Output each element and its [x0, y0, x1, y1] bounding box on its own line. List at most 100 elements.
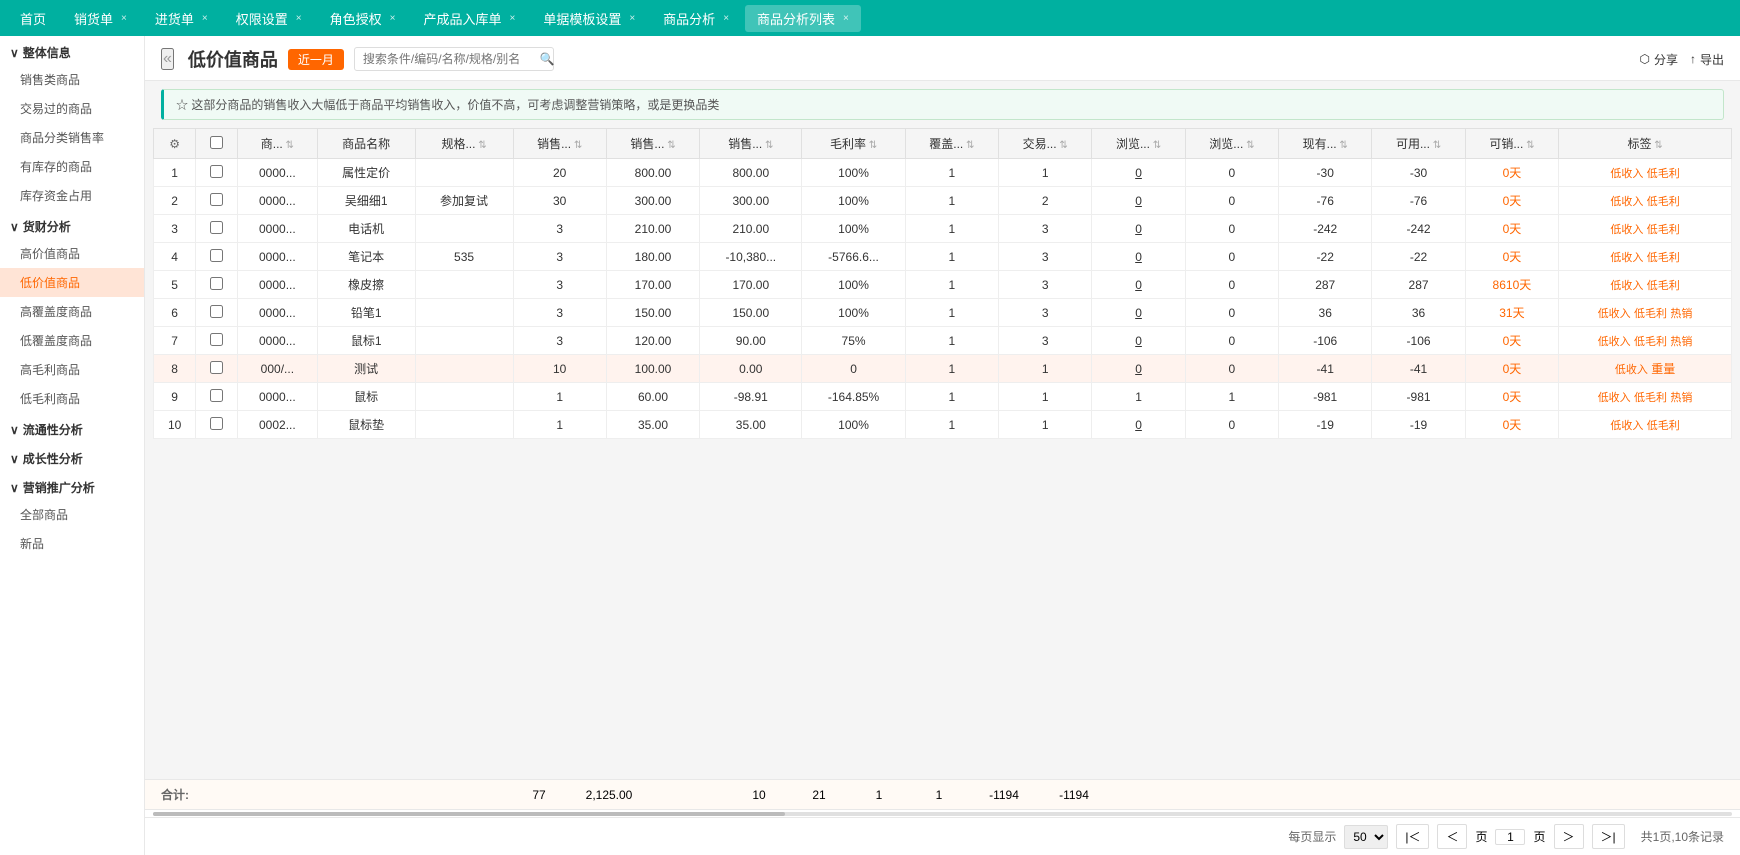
nav-close-商品分析列表[interactable]: × [843, 13, 849, 24]
row-tags[interactable]: 低收入 低毛利 [1559, 215, 1732, 243]
row-checkbox[interactable] [210, 165, 223, 178]
sidebar-item-高毛利商品[interactable]: 高毛利商品 [0, 355, 144, 384]
col-header-name[interactable]: 商品名称 [317, 129, 415, 159]
view-link[interactable]: 0 [1135, 362, 1142, 376]
next-page-button[interactable]: ＞ [1554, 824, 1584, 849]
row-checkbox[interactable] [196, 159, 238, 187]
search-icon[interactable]: 🔍 [540, 52, 555, 66]
view-link[interactable]: 0 [1135, 278, 1142, 292]
sidebar-section-流通性分析[interactable]: ∨ 流通性分析 [0, 413, 144, 442]
view-link[interactable]: 0 [1135, 418, 1142, 432]
row-view1[interactable]: 0 [1092, 411, 1185, 439]
sidebar-item-有库存的商品[interactable]: 有库存的商品 [0, 152, 144, 181]
row-tags[interactable]: 低收入 低毛利 [1559, 187, 1732, 215]
row-tags[interactable]: 低收入 低毛利 热销 [1559, 299, 1732, 327]
sidebar-item-低覆盖度商品[interactable]: 低覆盖度商品 [0, 326, 144, 355]
row-checkbox[interactable] [196, 355, 238, 383]
col-header-sales1[interactable]: 销售... [513, 129, 606, 159]
nav-item-权限设置[interactable]: 权限设置× [224, 5, 314, 32]
last-page-button[interactable]: ＞| [1592, 824, 1625, 849]
select-all-checkbox[interactable] [210, 136, 223, 149]
row-tags[interactable]: 低收入 重量 [1559, 355, 1732, 383]
row-checkbox[interactable] [210, 361, 223, 374]
nav-item-销货单[interactable]: 销货单× [62, 5, 139, 32]
col-header-available[interactable]: 可用... [1372, 129, 1465, 159]
row-checkbox[interactable] [210, 249, 223, 262]
nav-item-单据模板设置[interactable]: 单据模板设置× [531, 5, 647, 32]
view-link[interactable]: 0 [1135, 222, 1142, 236]
nav-item-首页[interactable]: 首页 [8, 5, 58, 32]
page-input[interactable] [1495, 829, 1525, 845]
nav-item-产成品入库单[interactable]: 产成品入库单× [411, 5, 527, 32]
row-view1[interactable]: 0 [1092, 243, 1185, 271]
sidebar-item-低毛利商品[interactable]: 低毛利商品 [0, 384, 144, 413]
sidebar-item-交易过的商品[interactable]: 交易过的商品 [0, 94, 144, 123]
nav-item-商品分析[interactable]: 商品分析× [651, 5, 741, 32]
prev-page-button[interactable]: ＜ [1437, 824, 1467, 849]
col-header-gross[interactable]: 毛利率 [802, 129, 905, 159]
row-view1[interactable]: 0 [1092, 327, 1185, 355]
row-view1[interactable]: 0 [1092, 271, 1185, 299]
horizontal-scrollbar[interactable] [145, 809, 1740, 817]
filter-button[interactable]: 近一月 [288, 49, 344, 70]
nav-item-商品分析列表[interactable]: 商品分析列表× [745, 5, 861, 32]
sidebar-item-库存资金占用[interactable]: 库存资金占用 [0, 181, 144, 210]
nav-close-角色授权[interactable]: × [390, 13, 396, 24]
row-tags[interactable]: 低收入 低毛利 [1559, 271, 1732, 299]
col-header-saleable[interactable]: 可销... [1465, 129, 1558, 159]
nav-close-商品分析[interactable]: × [723, 13, 729, 24]
sidebar-item-低价值商品[interactable]: 低价值商品 [0, 268, 144, 297]
view-link[interactable]: 0 [1135, 306, 1142, 320]
view-link[interactable]: 0 [1135, 334, 1142, 348]
sidebar-item-商品分类销售率[interactable]: 商品分类销售率 [0, 123, 144, 152]
row-checkbox[interactable] [210, 333, 223, 346]
view-link[interactable]: 0 [1135, 194, 1142, 208]
row-checkbox[interactable] [196, 411, 238, 439]
row-view1[interactable]: 0 [1092, 187, 1185, 215]
row-checkbox[interactable] [210, 305, 223, 318]
col-header-view1[interactable]: 浏览... [1092, 129, 1185, 159]
col-header-tags[interactable]: 标签 [1559, 129, 1732, 159]
share-button[interactable]: ⬡ 分享 [1639, 51, 1678, 68]
nav-close-销货单[interactable]: × [121, 13, 127, 24]
row-checkbox[interactable] [196, 327, 238, 355]
row-view1[interactable]: 0 [1092, 299, 1185, 327]
sidebar-section-营销推广分析[interactable]: ∨ 营销推广分析 [0, 471, 144, 500]
row-checkbox[interactable] [196, 243, 238, 271]
col-header-sales3[interactable]: 销售... [700, 129, 802, 159]
row-view1[interactable]: 0 [1092, 355, 1185, 383]
row-checkbox[interactable] [210, 277, 223, 290]
sidebar-section-货财分析[interactable]: ∨ 货财分析 [0, 210, 144, 239]
sidebar-item-高价值商品[interactable]: 高价值商品 [0, 239, 144, 268]
col-header-cover[interactable]: 覆盖... [905, 129, 998, 159]
sidebar-item-全部商品[interactable]: 全部商品 [0, 500, 144, 529]
row-tags[interactable]: 低收入 低毛利 [1559, 411, 1732, 439]
col-header-sales2[interactable]: 销售... [606, 129, 699, 159]
sidebar-section-成长性分析[interactable]: ∨ 成长性分析 [0, 442, 144, 471]
row-checkbox[interactable] [196, 299, 238, 327]
row-checkbox[interactable] [210, 193, 223, 206]
export-button[interactable]: ↑ 导出 [1690, 51, 1724, 68]
row-checkbox[interactable] [210, 389, 223, 402]
nav-item-进货单[interactable]: 进货单× [143, 5, 220, 32]
row-checkbox[interactable] [196, 187, 238, 215]
nav-close-单据模板设置[interactable]: × [629, 13, 635, 24]
row-checkbox[interactable] [196, 271, 238, 299]
nav-close-进货单[interactable]: × [202, 13, 208, 24]
sidebar-item-销售类商品[interactable]: 销售类商品 [0, 65, 144, 94]
per-page-select[interactable]: 50 [1344, 825, 1388, 849]
row-tags[interactable]: 低收入 低毛利 热销 [1559, 383, 1732, 411]
sidebar-item-高覆盖度商品[interactable]: 高覆盖度商品 [0, 297, 144, 326]
gear-icon[interactable]: ⚙ [169, 137, 180, 151]
nav-close-产成品入库单[interactable]: × [509, 13, 515, 24]
row-view1[interactable]: 0 [1092, 159, 1185, 187]
col-header-current[interactable]: 现有... [1279, 129, 1372, 159]
row-tags[interactable]: 低收入 低毛利 [1559, 243, 1732, 271]
col-header-trade[interactable]: 交易... [999, 129, 1092, 159]
nav-close-权限设置[interactable]: × [296, 13, 302, 24]
col-header-view2[interactable]: 浏览... [1185, 129, 1278, 159]
view-link[interactable]: 0 [1135, 250, 1142, 264]
row-checkbox[interactable] [210, 221, 223, 234]
first-page-button[interactable]: |＜ [1396, 824, 1429, 849]
row-tags[interactable]: 低收入 低毛利 热销 [1559, 327, 1732, 355]
